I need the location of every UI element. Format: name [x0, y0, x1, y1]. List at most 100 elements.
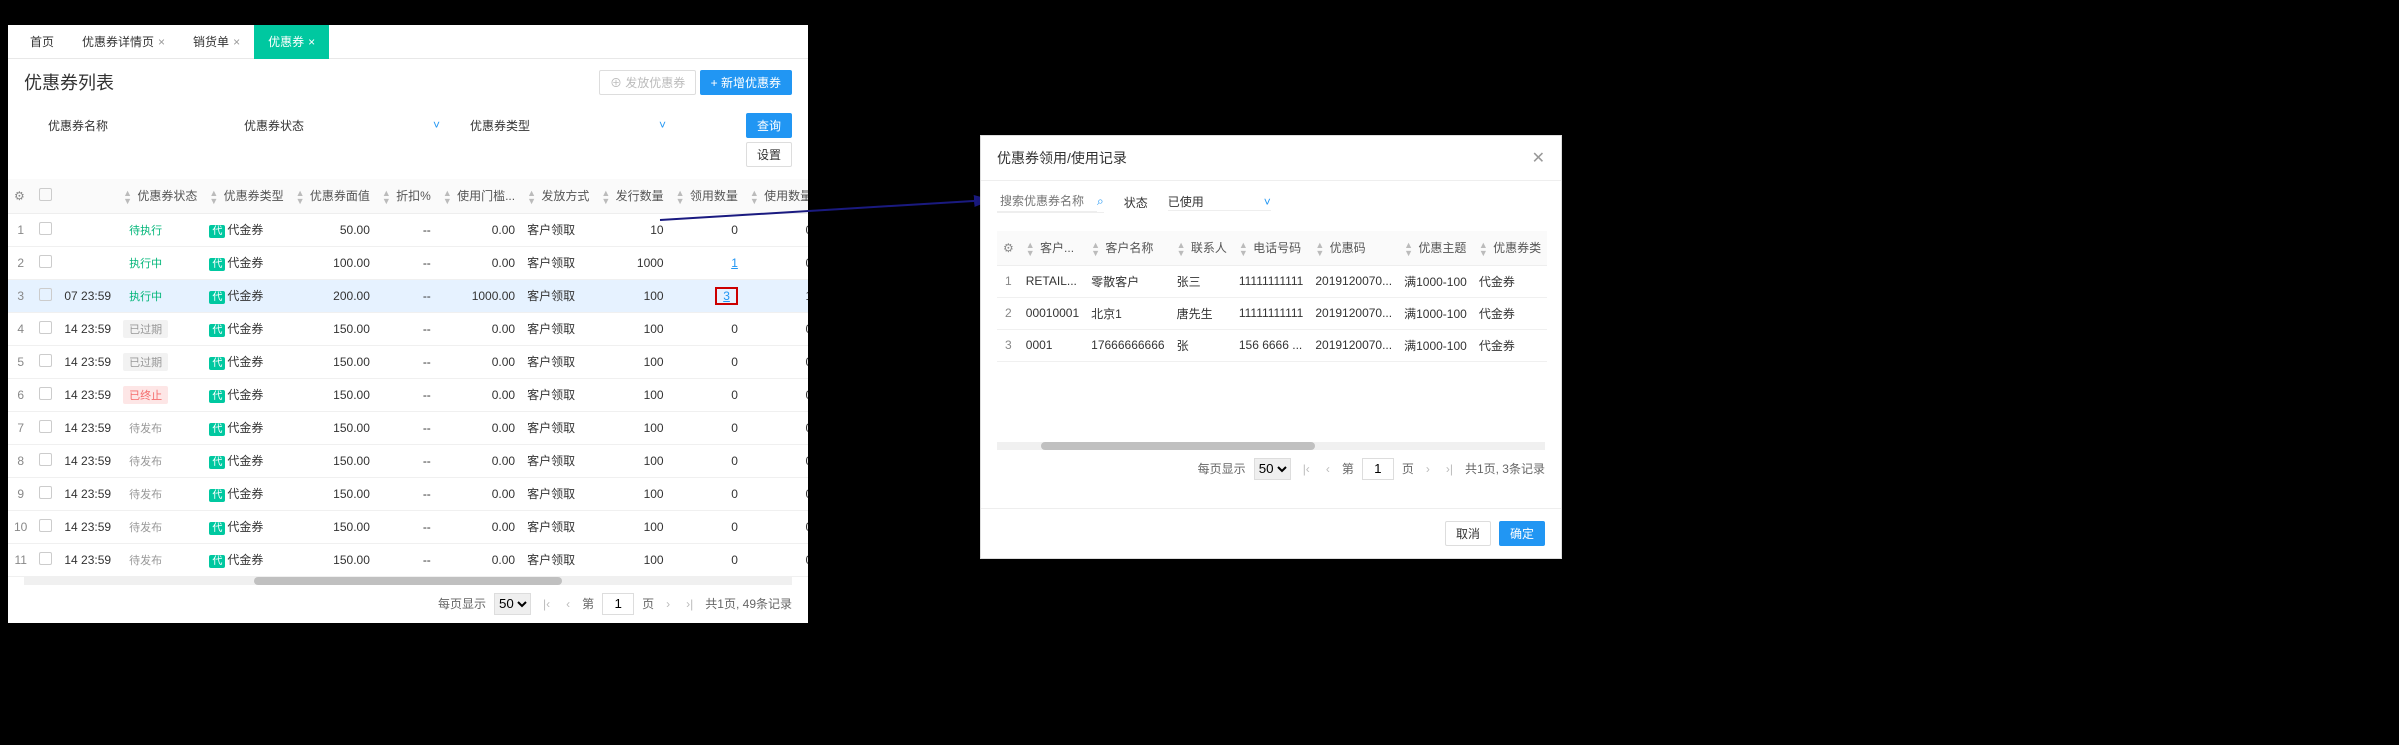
sort-icon[interactable]: ▲▼	[676, 189, 685, 205]
query-button[interactable]: 查询	[746, 113, 792, 138]
table-row[interactable]: 1待执行代代金券50.00--0.00客户领取1000↗⊞	[8, 213, 808, 246]
tab-1[interactable]: 优惠券详情页×	[68, 25, 179, 59]
prev-page-button[interactable]: ‹	[562, 597, 574, 611]
sort-icon[interactable]: ▲▼	[209, 189, 218, 205]
table-row[interactable]: 514 23:59已过期代代金券150.00--0.00客户领取10000↗⊞	[8, 345, 808, 378]
col-header[interactable]: ▲▼ 客户名称	[1085, 231, 1170, 265]
col-header[interactable]: ▲▼ 使用门槛...	[437, 179, 521, 213]
coupon-type: 代金券	[227, 421, 263, 435]
col-header[interactable]: ▲▼ 优惠券类型	[203, 179, 289, 213]
row-checkbox[interactable]	[39, 354, 52, 367]
tab-0[interactable]: 首页	[16, 25, 68, 59]
tab-3[interactable]: 优惠券×	[254, 25, 329, 59]
row-index: 7	[8, 411, 33, 444]
cancel-button[interactable]: 取消	[1445, 521, 1491, 546]
gear-icon[interactable]: ⚙	[14, 189, 25, 203]
per-page-select[interactable]: 50	[1254, 458, 1291, 480]
first-page-button[interactable]: |‹	[1299, 462, 1314, 476]
row-checkbox[interactable]	[39, 420, 52, 433]
table-row[interactable]: 914 23:59待发布代代金券150.00--0.00客户领取10000↗⊞	[8, 477, 808, 510]
row-checkbox[interactable]	[39, 552, 52, 565]
sort-icon[interactable]: ▲▼	[1239, 241, 1248, 257]
prev-page-button[interactable]: ‹	[1322, 462, 1334, 476]
col-header[interactable]: ▲▼ 优惠码	[1309, 231, 1398, 265]
col-header[interactable]: ▲▼ 联系人	[1171, 231, 1233, 265]
sort-icon[interactable]: ▲▼	[1479, 241, 1488, 257]
col-header[interactable]: ▲▼ 折扣%	[376, 179, 437, 213]
close-icon[interactable]: ✕	[1532, 148, 1545, 168]
col-header[interactable]: ▲▼ 优惠券状态	[117, 179, 203, 213]
table-row[interactable]: 1RETAIL...零散客户张三111111111112019120070...…	[997, 265, 1547, 297]
first-page-button[interactable]: |‹	[539, 597, 554, 611]
table-row[interactable]: 714 23:59待发布代代金券150.00--0.00客户领取10000↗⊞	[8, 411, 808, 444]
modal-status-value[interactable]: 已使用	[1168, 193, 1204, 210]
row-checkbox[interactable]	[39, 519, 52, 532]
table-row[interactable]: 814 23:59待发布代代金券150.00--0.00客户领取10000↗⊞	[8, 444, 808, 477]
sort-icon[interactable]: ▲▼	[1091, 241, 1100, 257]
filter-type-select[interactable]: ˅	[536, 113, 666, 137]
sort-icon[interactable]: ▲▼	[1026, 241, 1035, 257]
row-checkbox[interactable]	[39, 453, 52, 466]
close-icon[interactable]: ×	[308, 35, 315, 49]
table-row[interactable]: 614 23:59已终止代代金券150.00--0.00客户领取10000↗⊞	[8, 378, 808, 411]
issue-coupon-button[interactable]: ⊕ 发放优惠券	[599, 70, 696, 95]
filter-status-select[interactable]: ˅	[310, 113, 440, 137]
sort-icon[interactable]: ▲▼	[296, 189, 305, 205]
got-count-link[interactable]: 3	[723, 289, 730, 303]
ok-button[interactable]: 确定	[1499, 521, 1545, 546]
col-header[interactable]: ▲▼ 领用数量	[670, 179, 744, 213]
last-page-button[interactable]: ›|	[1442, 462, 1457, 476]
sort-icon[interactable]: ▲▼	[443, 189, 452, 205]
sort-icon[interactable]: ▲▼	[750, 189, 759, 205]
select-all-checkbox[interactable]	[39, 188, 52, 201]
chevron-down-icon[interactable]: ˅	[1264, 195, 1271, 209]
sort-icon[interactable]: ▲▼	[1177, 241, 1186, 257]
sort-icon[interactable]: ▲▼	[123, 189, 132, 205]
page-input[interactable]	[1362, 458, 1394, 480]
table-row[interactable]: 1014 23:59待发布代代金券150.00--0.00客户领取10000↗⊞	[8, 510, 808, 543]
page-input[interactable]	[602, 593, 634, 615]
sort-icon[interactable]: ▲▼	[382, 189, 391, 205]
modal-search-input[interactable]	[997, 191, 1097, 212]
h-scrollbar[interactable]	[24, 577, 792, 585]
row-checkbox[interactable]	[39, 255, 52, 268]
next-page-button[interactable]: ›	[662, 597, 674, 611]
table-row[interactable]: 414 23:59已过期代代金券150.00--0.00客户领取10000↗⊞	[8, 312, 808, 345]
sort-icon[interactable]: ▲▼	[1315, 241, 1324, 257]
tab-2[interactable]: 销货单×	[179, 25, 254, 59]
table-row[interactable]: 2执行中代代金券100.00--0.00客户领取100010↗⊞	[8, 246, 808, 279]
gear-icon[interactable]: ⚙	[1003, 241, 1014, 255]
next-page-button[interactable]: ›	[1422, 462, 1434, 476]
coupon-type: 代金券	[227, 355, 263, 369]
col-header[interactable]: ▲▼ 电话号码	[1233, 231, 1310, 265]
row-checkbox[interactable]	[39, 321, 52, 334]
col-header[interactable]: ▲▼ 优惠券类	[1473, 231, 1547, 265]
col-header[interactable]: ▲▼ 优惠主题	[1398, 231, 1473, 265]
table-row[interactable]: 307 23:59执行中代代金券200.00--1000.00客户领取10031…	[8, 279, 808, 312]
col-header[interactable]: ▲▼ 优惠券面值	[290, 179, 376, 213]
close-icon[interactable]: ×	[158, 35, 165, 49]
col-header[interactable]: ▲▼ 发放方式	[521, 179, 595, 213]
last-page-button[interactable]: ›|	[682, 597, 697, 611]
table-row[interactable]: 200010001北京1唐先生111111111112019120070...满…	[997, 297, 1547, 329]
search-icon[interactable]: ⌕	[1097, 194, 1104, 209]
modal-h-scrollbar[interactable]	[997, 442, 1545, 450]
row-checkbox[interactable]	[39, 486, 52, 499]
row-checkbox[interactable]	[39, 387, 52, 400]
per-page-select[interactable]: 50	[494, 593, 531, 615]
sort-icon[interactable]: ▲▼	[1404, 241, 1413, 257]
settings-button[interactable]: 设置	[746, 142, 792, 167]
table-row[interactable]: 1114 23:59待发布代代金券150.00--0.00客户领取10000↗⊞	[8, 543, 808, 576]
row-checkbox[interactable]	[39, 222, 52, 235]
close-icon[interactable]: ×	[233, 35, 240, 49]
got-count-link[interactable]: 1	[731, 256, 738, 270]
col-header[interactable]: ▲▼ 发行数量	[595, 179, 669, 213]
filter-name-input[interactable]	[114, 113, 214, 137]
add-coupon-button[interactable]: + 新增优惠券	[700, 70, 792, 95]
sort-icon[interactable]: ▲▼	[527, 189, 536, 205]
col-header[interactable]: ▲▼ 使用数量	[744, 179, 808, 213]
sort-icon[interactable]: ▲▼	[601, 189, 610, 205]
table-row[interactable]: 3000117666666666张156 6666 ...2019120070.…	[997, 329, 1547, 361]
col-header[interactable]: ▲▼ 客户...	[1020, 231, 1085, 265]
row-checkbox[interactable]	[39, 288, 52, 301]
